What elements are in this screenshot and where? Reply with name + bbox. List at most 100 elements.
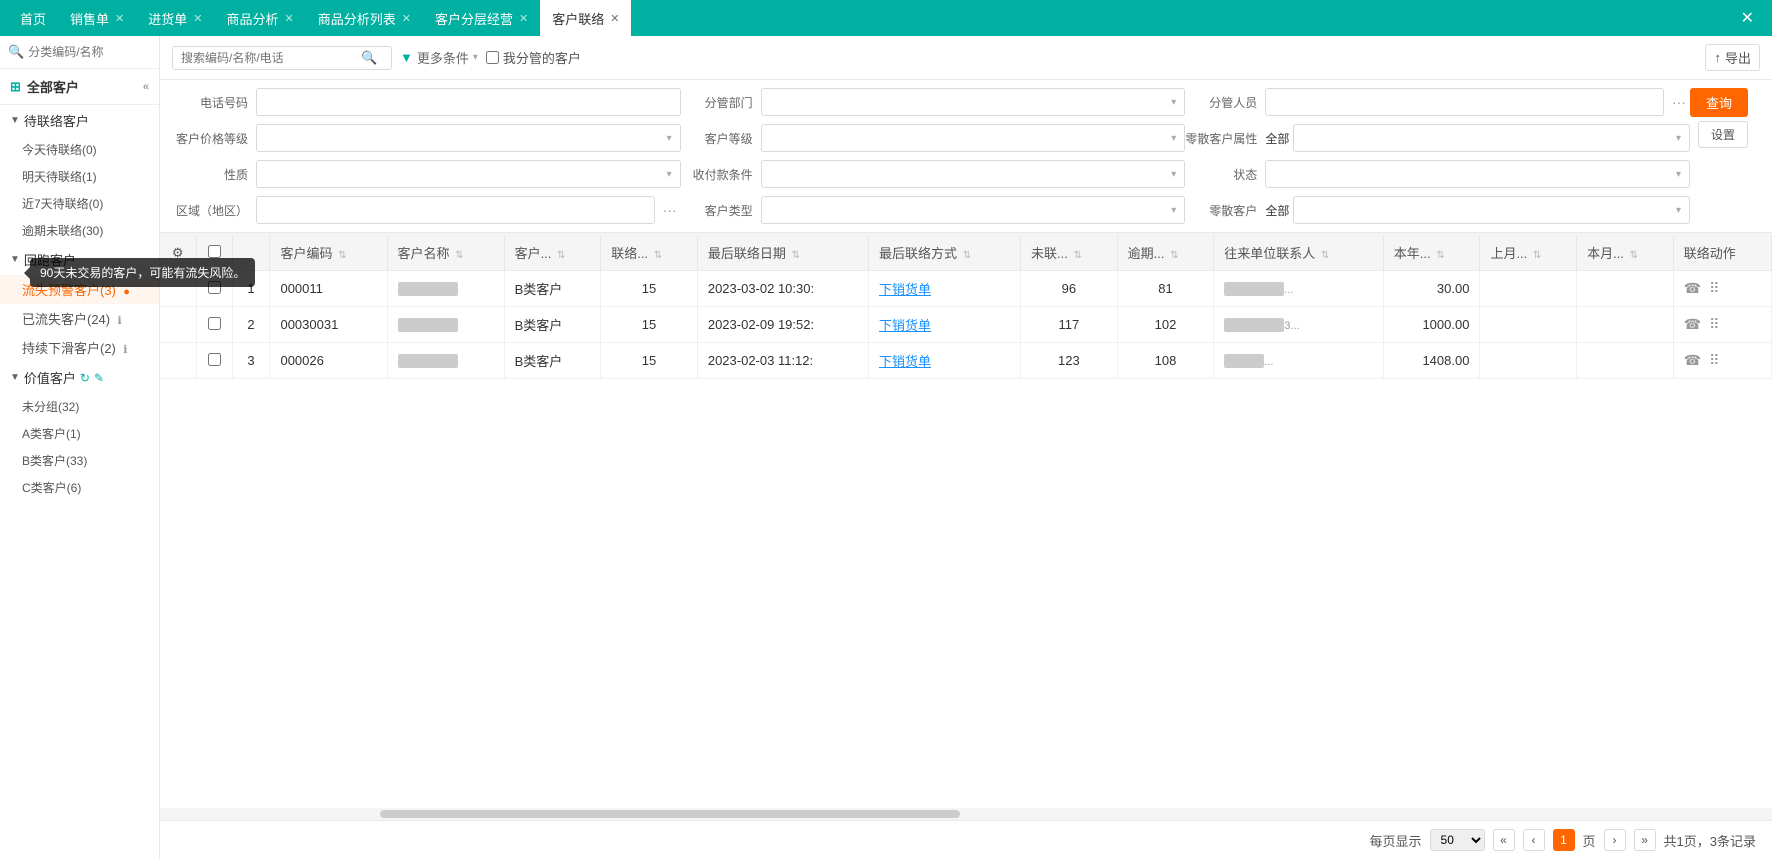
- my-customers-checkbox-input[interactable]: [486, 51, 499, 64]
- nav-home[interactable]: 首页: [8, 9, 58, 28]
- filter-select-retail-attr[interactable]: ▾: [1293, 124, 1690, 152]
- nav-tab-analysis-close[interactable]: ✕: [285, 12, 294, 25]
- th-contacts-unit[interactable]: 往来单位联系人 ⇅: [1214, 235, 1384, 271]
- sidebar-item-7day-pending[interactable]: 近7天待联络(0): [0, 190, 159, 217]
- sidebar-item-a-class[interactable]: A类客户(1): [0, 420, 159, 447]
- per-page-select[interactable]: 50 20 100: [1430, 829, 1485, 851]
- sidebar-item-churn-warning[interactable]: 流失预警客户(3) ●: [0, 275, 159, 304]
- filter-cell-customer-grade: 客户等级 ▾: [681, 124, 1186, 152]
- sidebar-item-ungrouped[interactable]: 未分组(32): [0, 393, 159, 420]
- nav-tab-customer-tier-close[interactable]: ✕: [519, 12, 528, 25]
- contact-icon-2[interactable]: ☎: [1684, 316, 1701, 333]
- filter-select-person[interactable]: [1265, 88, 1664, 116]
- my-customers-checkbox[interactable]: 我分管的客户: [486, 48, 581, 67]
- sidebar-item-c-class[interactable]: C类客户(6): [0, 474, 159, 501]
- th-uncontacted[interactable]: 未联... ⇅: [1021, 235, 1118, 271]
- td-unit-2: 3...: [1214, 307, 1384, 343]
- nav-tab-analysis-list-close[interactable]: ✕: [402, 12, 411, 25]
- sidebar-search-input[interactable]: [28, 45, 151, 59]
- filter-label-phone: 电话号码: [176, 94, 256, 111]
- th-this-year[interactable]: 本年... ⇅: [1383, 235, 1480, 271]
- filter-select-payment[interactable]: ▾: [761, 160, 1186, 188]
- filter-select-price-grade[interactable]: ▾: [256, 124, 681, 152]
- page-first-btn[interactable]: «: [1493, 829, 1515, 851]
- nav-tab-customer-contact-close[interactable]: ✕: [610, 12, 619, 25]
- th-overdue[interactable]: 逾期... ⇅: [1117, 235, 1214, 271]
- filter-select-region[interactable]: [256, 196, 655, 224]
- filter-select-status[interactable]: ▾: [1265, 160, 1690, 188]
- sort-icon-last-date: ⇅: [791, 250, 799, 261]
- filter-select-dept[interactable]: ▾: [761, 88, 1186, 116]
- page-prev-btn[interactable]: ‹: [1523, 829, 1545, 851]
- th-customer-name[interactable]: 客户名称 ⇅: [387, 235, 504, 271]
- page-current[interactable]: 1: [1553, 829, 1575, 851]
- filter-select-customer-type[interactable]: ▾: [761, 196, 1186, 224]
- filter-input-phone[interactable]: [256, 88, 681, 116]
- export-button[interactable]: ↑ 导出: [1705, 44, 1760, 71]
- th-last-contact-date[interactable]: 最后联络日期 ⇅: [697, 235, 868, 271]
- filter-label-region: 区域（地区）: [176, 202, 256, 219]
- more-action-icon-3[interactable]: ⠿: [1709, 352, 1719, 369]
- nav-tab-analysis-list[interactable]: 商品分析列表 ✕: [306, 0, 423, 36]
- nav-tab-purchase[interactable]: 进货单 ✕: [136, 0, 214, 36]
- sidebar-section-churn[interactable]: ▼ 回跑客户: [0, 244, 159, 275]
- row-checkbox-2[interactable]: [208, 317, 221, 330]
- th-settings[interactable]: ⚙: [160, 235, 196, 271]
- more-action-icon-1[interactable]: ⠿: [1709, 280, 1719, 297]
- query-button[interactable]: 查询: [1690, 88, 1748, 117]
- sidebar-item-already-churned[interactable]: 已流失客户(24) ℹ: [0, 304, 159, 333]
- td-this-month-2: [1577, 307, 1674, 343]
- filter-select-customer-grade[interactable]: ▾: [761, 124, 1186, 152]
- sort-icon-contacts: ⇅: [654, 250, 662, 261]
- contact-icon-1[interactable]: ☎: [1684, 280, 1701, 297]
- dots-btn-region[interactable]: ···: [659, 202, 681, 218]
- td-unit-1: ...: [1214, 271, 1384, 307]
- settings-button[interactable]: 设置: [1698, 121, 1748, 148]
- sidebar-section-value[interactable]: ▼ 价值客户 ↻ ✎: [0, 362, 159, 393]
- sidebar-item-b-class[interactable]: B类客户(33): [0, 447, 159, 474]
- sidebar-item-overdue-pending[interactable]: 逾期未联络(30): [0, 217, 159, 244]
- th-last-contact-method[interactable]: 最后联络方式 ⇅: [869, 235, 1021, 271]
- sidebar-item-tomorrow-pending[interactable]: 明天待联络(1): [0, 163, 159, 190]
- nav-tab-purchase-close[interactable]: ✕: [193, 12, 202, 25]
- per-page-label: 每页显示: [1370, 831, 1422, 850]
- sidebar-item-declining[interactable]: 持续下滑客户(2) ℹ: [0, 333, 159, 362]
- search-button[interactable]: 🔍: [361, 50, 377, 66]
- select-all-checkbox[interactable]: [208, 245, 221, 258]
- more-filters-btn[interactable]: ▼ 更多条件 ▾: [400, 48, 478, 67]
- th-last-month[interactable]: 上月... ⇅: [1480, 235, 1577, 271]
- nav-tab-customer-contact[interactable]: 客户联络 ✕: [540, 0, 631, 36]
- page-next-btn[interactable]: ›: [1604, 829, 1626, 851]
- th-contacts[interactable]: 联络... ⇅: [601, 235, 698, 271]
- sidebar: 🔍 ⊞ 全部客户 « ▼ 待联络客户 今天待联络(0) 明天待联络(1) 近7天…: [0, 36, 160, 859]
- edit-icon[interactable]: ✎: [94, 371, 104, 385]
- row-checkbox-3[interactable]: [208, 353, 221, 366]
- filter-cell-payment: 收付款条件 ▾: [681, 160, 1186, 188]
- scrollbar-thumb[interactable]: [380, 810, 960, 818]
- dots-btn-person[interactable]: ···: [1668, 94, 1690, 110]
- sidebar-section-pending[interactable]: ▼ 待联络客户: [0, 105, 159, 136]
- th-checkbox[interactable]: [196, 235, 232, 271]
- td-link-3[interactable]: 下销货单: [879, 354, 931, 369]
- td-link-1[interactable]: 下销货单: [879, 282, 931, 297]
- nav-tab-sales-close[interactable]: ✕: [115, 12, 124, 25]
- search-input[interactable]: [181, 51, 361, 65]
- window-close-btn[interactable]: ✕: [1731, 8, 1764, 28]
- more-action-icon-2[interactable]: ⠿: [1709, 316, 1719, 333]
- nav-tab-analysis[interactable]: 商品分析 ✕: [214, 0, 305, 36]
- row-checkbox-1[interactable]: [208, 281, 221, 294]
- refresh-icon[interactable]: ↻: [80, 371, 90, 385]
- sidebar-item-today-pending[interactable]: 今天待联络(0): [0, 136, 159, 163]
- th-this-month[interactable]: 本月... ⇅: [1577, 235, 1674, 271]
- contact-icon-3[interactable]: ☎: [1684, 352, 1701, 369]
- nav-tab-customer-tier[interactable]: 客户分层经营 ✕: [423, 0, 540, 36]
- nav-tab-sales[interactable]: 销售单 ✕: [58, 0, 136, 36]
- filter-select-nature[interactable]: ▾: [256, 160, 681, 188]
- filter-select-retail-customer[interactable]: ▾: [1293, 196, 1690, 224]
- th-customer-code[interactable]: 客户编码 ⇅: [270, 235, 387, 271]
- td-link-2[interactable]: 下销货单: [879, 318, 931, 333]
- sidebar-all-customers[interactable]: ⊞ 全部客户 «: [0, 69, 159, 105]
- horizontal-scrollbar[interactable]: [160, 808, 1772, 820]
- page-last-btn[interactable]: »: [1634, 829, 1656, 851]
- th-customer-type[interactable]: 客户... ⇅: [504, 235, 601, 271]
